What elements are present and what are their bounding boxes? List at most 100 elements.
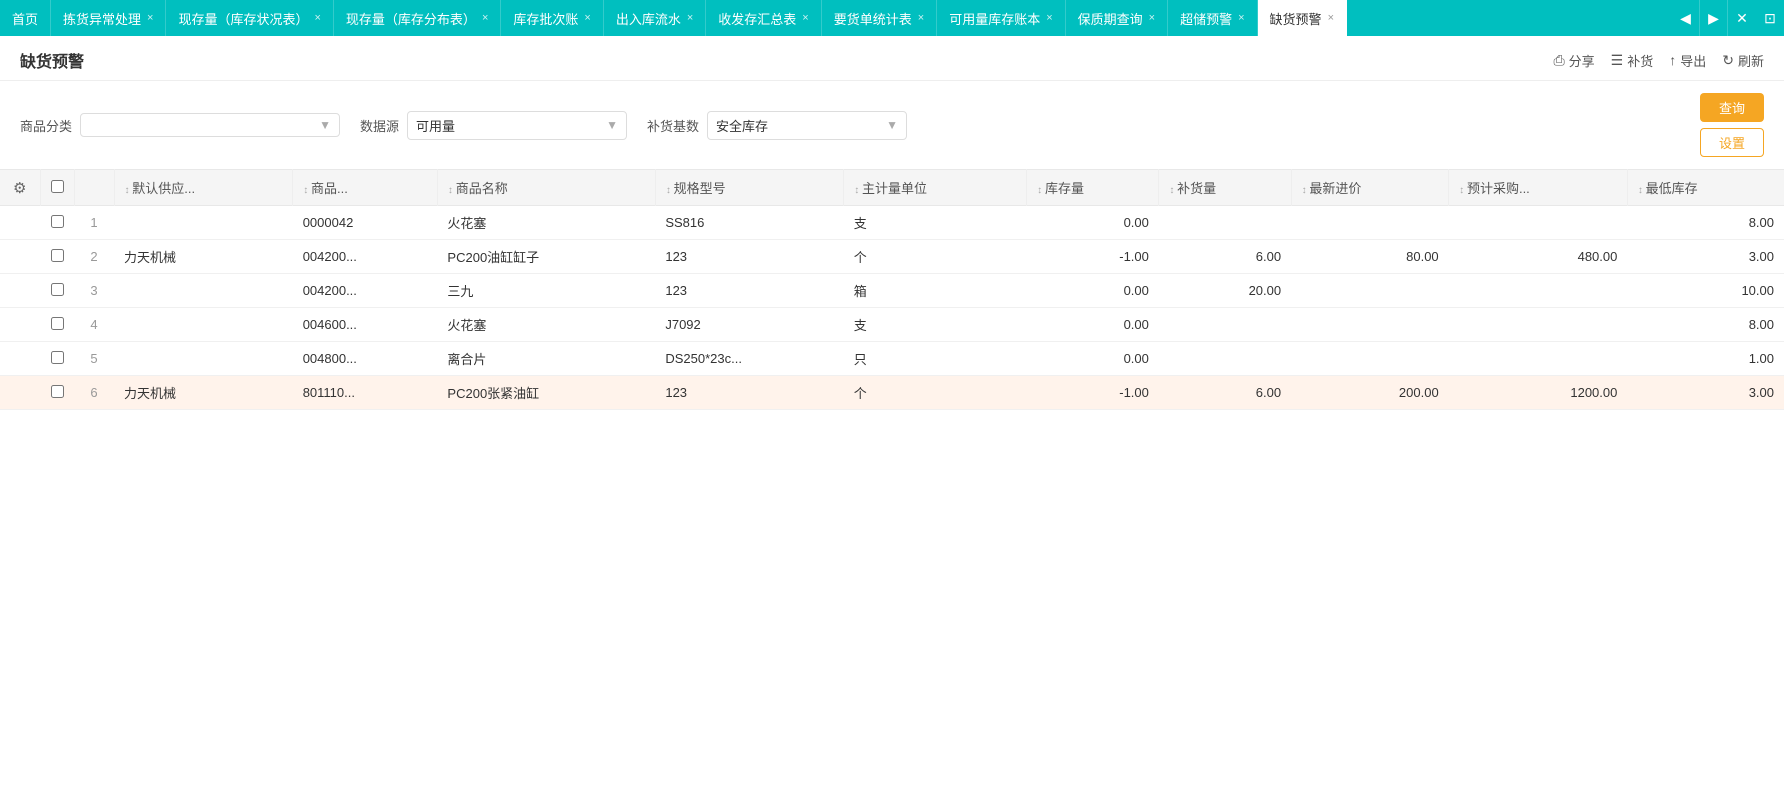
tab-close-expiry-query[interactable]: × (1149, 12, 1155, 24)
row-gear (0, 240, 40, 274)
tab-close-available-ledger[interactable]: × (1046, 12, 1052, 24)
tab-label-shortage: 缺货预警 (1270, 9, 1322, 28)
row-product-code: 801110... (293, 376, 438, 410)
tab-close-shortage[interactable]: × (1328, 12, 1334, 24)
row-product-name: PC200张紧油缸 (437, 376, 655, 410)
tab-overstock[interactable]: 超储预警 × (1168, 0, 1257, 36)
tab-shortage[interactable]: 缺货预警 × (1258, 0, 1347, 36)
tab-inventory-dist[interactable]: 现存量（库存分布表） × (334, 0, 501, 36)
tab-inventory-status[interactable]: 现存量（库存状况表） × (166, 0, 333, 36)
tab-label-abnormal: 拣货异常处理 (63, 9, 141, 28)
export-icon: ↑ (1669, 52, 1676, 68)
row-spec: SS816 (655, 206, 843, 240)
tab-next-btn[interactable]: ▶ (1700, 0, 1728, 36)
datasource-filter-group: 数据源 可用量 ▼ (360, 111, 627, 140)
row-supplier (114, 308, 293, 342)
datasource-arrow-icon: ▼ (606, 118, 618, 132)
tab-home[interactable]: 首页 (0, 0, 51, 36)
col-replenish-qty[interactable]: 补货量 (1159, 170, 1291, 206)
row-checkbox[interactable] (51, 385, 64, 398)
tab-close-inout-flow[interactable]: × (687, 12, 693, 24)
col-product-code[interactable]: 商品... (293, 170, 438, 206)
col-estimated-purchase[interactable]: 预计采购... (1449, 170, 1628, 206)
row-estimated-purchase: 1200.00 (1449, 376, 1628, 410)
export-action[interactable]: ↑ 导出 (1669, 51, 1706, 70)
row-min-stock: 3.00 (1627, 376, 1784, 410)
tab-label-expiry-query: 保质期查询 (1078, 9, 1143, 28)
tab-label-available-ledger: 可用量库存账本 (949, 9, 1040, 28)
tab-close-order-stat[interactable]: × (918, 12, 924, 24)
tab-inout-flow[interactable]: 出入库流水 × (604, 0, 706, 36)
tab-close-receive-summary[interactable]: × (802, 12, 808, 24)
col-spec[interactable]: 规格型号 (655, 170, 843, 206)
row-gear (0, 308, 40, 342)
row-unit: 个 (844, 240, 1027, 274)
page-header: 缺货预警 ⎙ 分享 ☰ 补货 ↑ 导出 ↻ 刷新 (0, 36, 1784, 81)
row-min-stock: 8.00 (1627, 308, 1784, 342)
row-product-code: 0000042 (293, 206, 438, 240)
row-product-name: 三九 (437, 274, 655, 308)
row-product-code: 004200... (293, 240, 438, 274)
row-replenish-qty: 20.00 (1159, 274, 1291, 308)
col-latest-price[interactable]: 最新进价 (1291, 170, 1449, 206)
tab-close-overstock[interactable]: × (1238, 12, 1244, 24)
row-estimated-purchase (1449, 308, 1628, 342)
row-checkbox[interactable] (51, 249, 64, 262)
refresh-action[interactable]: ↻ 刷新 (1722, 51, 1764, 70)
row-product-code: 004200... (293, 274, 438, 308)
row-checkbox[interactable] (51, 283, 64, 296)
settings-button[interactable]: 设置 (1700, 128, 1764, 157)
row-unit: 只 (844, 342, 1027, 376)
tab-order-stat[interactable]: 要货单统计表 × (822, 0, 937, 36)
row-supplier (114, 274, 293, 308)
row-stock-qty: 0.00 (1027, 308, 1159, 342)
tab-batch-account[interactable]: 库存批次账 × (501, 0, 603, 36)
row-gear (0, 342, 40, 376)
row-checkbox[interactable] (51, 215, 64, 228)
tab-receive-summary[interactable]: 收发存汇总表 × (706, 0, 821, 36)
category-select[interactable]: ▼ (80, 113, 340, 137)
col-min-stock[interactable]: 最低库存 (1627, 170, 1784, 206)
tab-expand-btn[interactable]: ⊡ (1756, 0, 1784, 36)
col-unit[interactable]: 主计量单位 (844, 170, 1027, 206)
refresh-label: 刷新 (1738, 51, 1764, 70)
row-number: 4 (74, 308, 114, 342)
col-stock-qty[interactable]: 库存量 (1027, 170, 1159, 206)
row-estimated-purchase (1449, 342, 1628, 376)
tab-available-ledger[interactable]: 可用量库存账本 × (937, 0, 1065, 36)
table-row: 4004600...火花塞J7092支0.008.00 (0, 308, 1784, 342)
tab-expiry-query[interactable]: 保质期查询 × (1066, 0, 1168, 36)
row-checkbox[interactable] (51, 351, 64, 364)
query-button[interactable]: 查询 (1700, 93, 1764, 122)
row-gear (0, 376, 40, 410)
row-checkbox-cell (40, 206, 74, 240)
col-product-name[interactable]: 商品名称 (437, 170, 655, 206)
share-action[interactable]: ⎙ 分享 (1553, 51, 1594, 70)
row-product-code: 004600... (293, 308, 438, 342)
datasource-value: 可用量 (416, 116, 455, 135)
tab-close-inventory-status[interactable]: × (314, 12, 320, 24)
tab-close-btn[interactable]: ✕ (1728, 0, 1756, 36)
row-unit: 支 (844, 308, 1027, 342)
replenish-base-select[interactable]: 安全库存 ▼ (707, 111, 907, 140)
tab-label-inventory-dist: 现存量（库存分布表） (346, 9, 476, 28)
tab-close-inventory-dist[interactable]: × (482, 12, 488, 24)
row-stock-qty: -1.00 (1027, 376, 1159, 410)
datasource-select[interactable]: 可用量 ▼ (407, 111, 627, 140)
tab-prev-btn[interactable]: ◀ (1672, 0, 1700, 36)
row-stock-qty: 0.00 (1027, 206, 1159, 240)
tab-close-batch-account[interactable]: × (584, 12, 590, 24)
row-supplier (114, 206, 293, 240)
tab-close-abnormal[interactable]: × (147, 12, 153, 24)
select-all-checkbox[interactable] (51, 180, 64, 193)
row-checkbox[interactable] (51, 317, 64, 330)
gear-icon[interactable]: ⚙ (13, 180, 26, 197)
tab-label-home: 首页 (12, 9, 38, 28)
row-min-stock: 3.00 (1627, 240, 1784, 274)
row-spec: J7092 (655, 308, 843, 342)
tab-abnormal[interactable]: 拣货异常处理 × (51, 0, 166, 36)
row-min-stock: 1.00 (1627, 342, 1784, 376)
replenish-action[interactable]: ☰ 补货 (1611, 51, 1654, 70)
col-default-supplier[interactable]: 默认供应... (114, 170, 293, 206)
col-gear[interactable]: ⚙ (0, 170, 40, 206)
